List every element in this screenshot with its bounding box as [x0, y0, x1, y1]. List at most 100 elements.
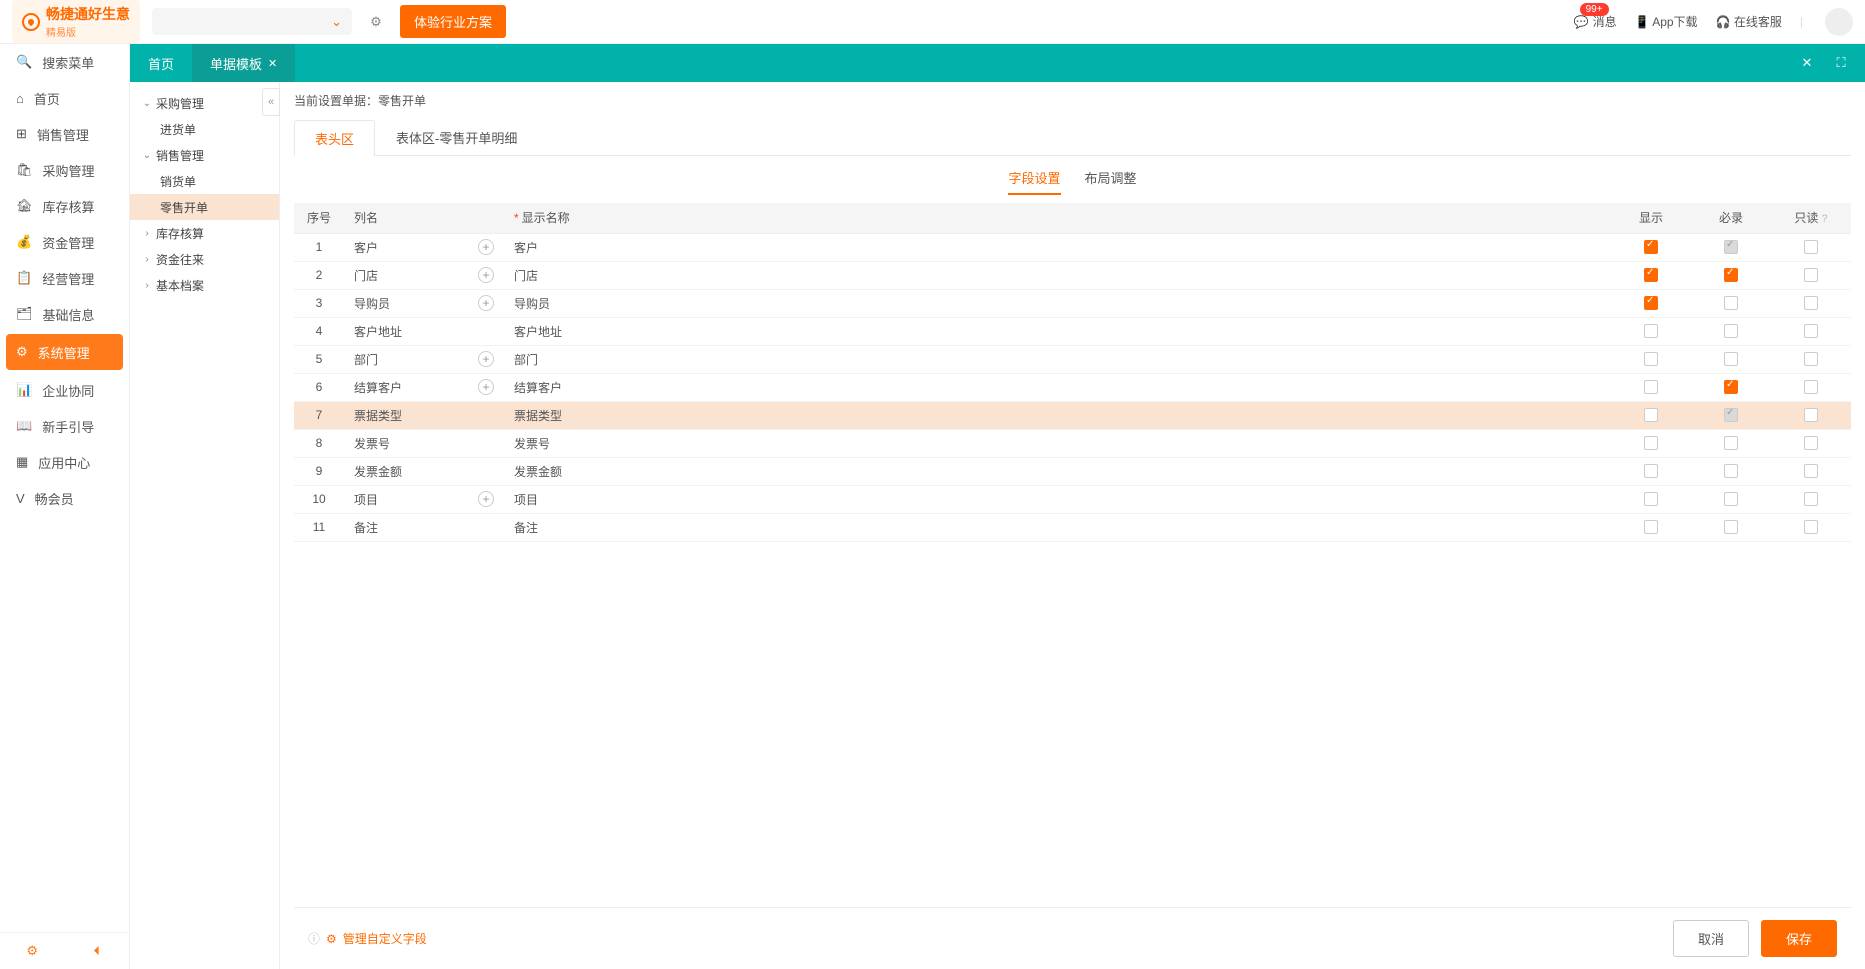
- mainnav-item[interactable]: 📊企业协同: [0, 372, 129, 408]
- checkbox[interactable]: [1804, 268, 1818, 282]
- checkbox[interactable]: [1724, 492, 1738, 506]
- checkbox[interactable]: [1804, 324, 1818, 338]
- checkbox[interactable]: [1804, 352, 1818, 366]
- checkbox[interactable]: [1724, 520, 1738, 534]
- table-row[interactable]: 1客户+客户: [294, 233, 1851, 261]
- checkbox[interactable]: [1644, 324, 1658, 338]
- table-row[interactable]: 3导购员+导购员: [294, 289, 1851, 317]
- mainnav-item[interactable]: 🔍搜索菜单: [0, 44, 129, 80]
- experience-button[interactable]: 体验行业方案: [400, 5, 506, 38]
- app-download-link[interactable]: 📱 App下载: [1635, 13, 1698, 30]
- table-row[interactable]: 6结算客户+结算客户: [294, 373, 1851, 401]
- add-icon[interactable]: +: [478, 491, 494, 507]
- area-tab[interactable]: 表体区-零售开单明细: [375, 119, 538, 155]
- cell-display[interactable]: 备注: [504, 513, 1611, 541]
- mainnav-item[interactable]: ▦应用中心: [0, 444, 129, 480]
- mainnav-item[interactable]: 🗂基础信息: [0, 296, 129, 332]
- tree-group[interactable]: ⌄采购管理: [130, 90, 279, 116]
- checkbox[interactable]: [1804, 492, 1818, 506]
- checkbox[interactable]: [1644, 492, 1658, 506]
- mainnav-item[interactable]: 📖新手引导: [0, 408, 129, 444]
- checkbox[interactable]: [1644, 380, 1658, 394]
- cell-display[interactable]: 项目: [504, 485, 1611, 513]
- cell-display[interactable]: 门店: [504, 261, 1611, 289]
- cell-display[interactable]: 客户: [504, 233, 1611, 261]
- tree-group[interactable]: ›资金往来: [130, 246, 279, 272]
- mainnav-item[interactable]: ⊞销售管理: [0, 116, 129, 152]
- tree-group[interactable]: ⌄销售管理: [130, 142, 279, 168]
- checkbox[interactable]: [1644, 268, 1658, 282]
- mainnav-item[interactable]: 💰资金管理: [0, 224, 129, 260]
- checkbox[interactable]: [1644, 240, 1658, 254]
- tree-group[interactable]: ›库存核算: [130, 220, 279, 246]
- mainnav-item[interactable]: 🛍采购管理: [0, 152, 129, 188]
- tab-close-all-icon[interactable]: ✕: [1795, 51, 1819, 75]
- table-row[interactable]: 4客户地址客户地址: [294, 317, 1851, 345]
- tab[interactable]: 单据模板✕: [192, 44, 295, 82]
- table-row[interactable]: 2门店+门店: [294, 261, 1851, 289]
- checkbox[interactable]: [1724, 352, 1738, 366]
- tree-collapse-button[interactable]: «: [262, 88, 280, 116]
- settings-icon[interactable]: ⚙: [362, 8, 390, 36]
- fullscreen-icon[interactable]: ⛶: [1829, 51, 1853, 75]
- checkbox[interactable]: [1644, 296, 1658, 310]
- info-icon[interactable]: ⓘ: [308, 930, 320, 947]
- cell-display[interactable]: 票据类型: [504, 401, 1611, 429]
- close-icon[interactable]: ✕: [268, 57, 277, 70]
- cell-display[interactable]: 结算客户: [504, 373, 1611, 401]
- mainnav-item[interactable]: ⚙系统管理: [6, 334, 123, 370]
- checkbox[interactable]: [1644, 436, 1658, 450]
- area-tab[interactable]: 表头区: [294, 120, 375, 156]
- checkbox[interactable]: [1724, 436, 1738, 450]
- save-button[interactable]: 保存: [1761, 920, 1837, 957]
- add-icon[interactable]: +: [478, 267, 494, 283]
- footer-gear-icon[interactable]: ⚙: [0, 933, 65, 969]
- tree-leaf[interactable]: 零售开单: [130, 194, 279, 220]
- cell-display[interactable]: 导购员: [504, 289, 1611, 317]
- manage-custom-fields-link[interactable]: 管理自定义字段: [343, 930, 427, 947]
- checkbox[interactable]: [1804, 380, 1818, 394]
- org-selector[interactable]: ⌄: [152, 8, 352, 35]
- checkbox[interactable]: [1724, 268, 1738, 282]
- checkbox[interactable]: [1804, 240, 1818, 254]
- mainnav-item[interactable]: ⌂首页: [0, 80, 129, 116]
- checkbox[interactable]: [1804, 408, 1818, 422]
- tree-leaf[interactable]: 销货单: [130, 168, 279, 194]
- checkbox[interactable]: [1804, 296, 1818, 310]
- avatar[interactable]: [1825, 8, 1853, 36]
- tab[interactable]: 首页: [130, 44, 192, 82]
- mainnav-item[interactable]: V畅会员: [0, 480, 129, 516]
- help-icon[interactable]: ?: [1821, 213, 1827, 225]
- checkbox[interactable]: [1724, 464, 1738, 478]
- add-icon[interactable]: +: [478, 379, 494, 395]
- add-icon[interactable]: +: [478, 351, 494, 367]
- checkbox[interactable]: [1644, 408, 1658, 422]
- cell-display[interactable]: 客户地址: [504, 317, 1611, 345]
- table-row[interactable]: 5部门+部门: [294, 345, 1851, 373]
- checkbox[interactable]: [1644, 520, 1658, 534]
- checkbox[interactable]: [1804, 520, 1818, 534]
- table-row[interactable]: 11备注备注: [294, 513, 1851, 541]
- messages-link[interactable]: 99+ 💬 消息: [1574, 13, 1617, 30]
- checkbox[interactable]: [1724, 296, 1738, 310]
- checkbox[interactable]: [1724, 324, 1738, 338]
- cell-display[interactable]: 发票号: [504, 429, 1611, 457]
- sub-tab[interactable]: 字段设置: [1008, 168, 1060, 195]
- add-icon[interactable]: +: [478, 239, 494, 255]
- cell-display[interactable]: 发票金额: [504, 457, 1611, 485]
- online-service-link[interactable]: 🎧 在线客服: [1716, 13, 1782, 30]
- checkbox[interactable]: [1644, 464, 1658, 478]
- mainnav-item[interactable]: 🏚库存核算: [0, 188, 129, 224]
- mainnav-item[interactable]: 📋经营管理: [0, 260, 129, 296]
- checkbox[interactable]: [1644, 352, 1658, 366]
- tree-leaf[interactable]: 进货单: [130, 116, 279, 142]
- add-icon[interactable]: +: [478, 295, 494, 311]
- table-row[interactable]: 10项目+项目: [294, 485, 1851, 513]
- checkbox[interactable]: [1804, 436, 1818, 450]
- cancel-button[interactable]: 取消: [1673, 920, 1749, 957]
- table-row[interactable]: 8发票号发票号: [294, 429, 1851, 457]
- checkbox[interactable]: [1804, 464, 1818, 478]
- sub-tab[interactable]: 布局调整: [1085, 168, 1137, 195]
- cell-display[interactable]: 部门: [504, 345, 1611, 373]
- tree-group[interactable]: ›基本档案: [130, 272, 279, 298]
